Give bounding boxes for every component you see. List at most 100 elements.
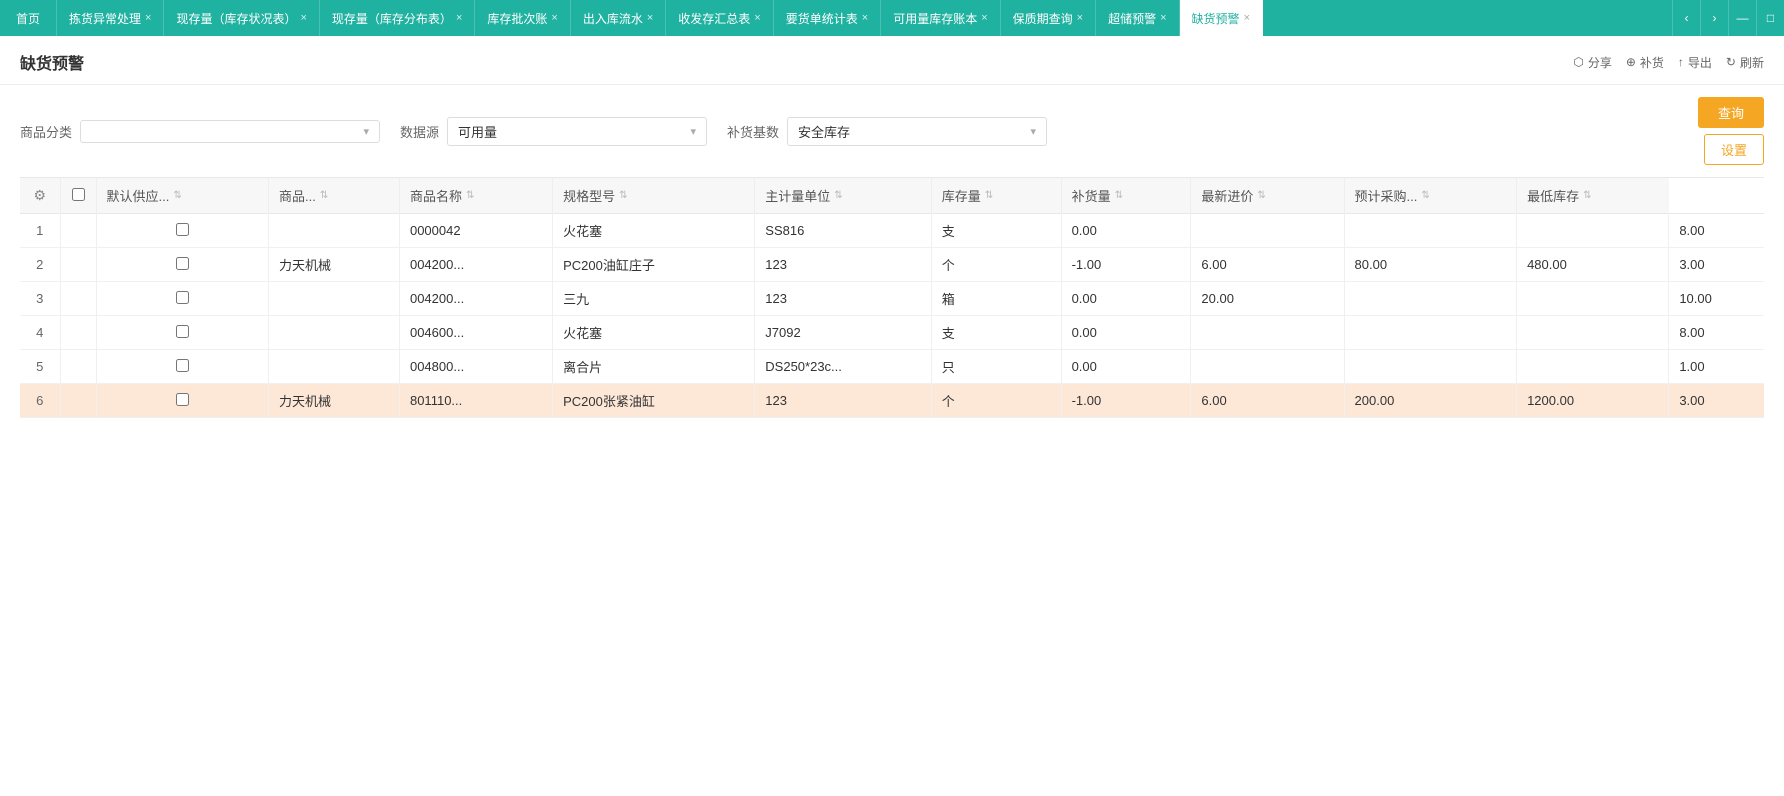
tab-minimize[interactable]: — <box>1728 0 1756 36</box>
datasource-label: 数据源 <box>400 122 439 141</box>
th-spec[interactable]: 规格型号 ⇅ <box>553 178 755 214</box>
tab-close-summary[interactable]: × <box>754 12 760 24</box>
export-action[interactable]: ↑ 导出 <box>1678 54 1712 71</box>
row-supplier-0 <box>269 214 400 248</box>
tab-close-flow[interactable]: × <box>647 12 653 24</box>
tab-inventory-status[interactable]: 现存量（库存状况表） × <box>164 0 319 36</box>
tab-close-inventory-status[interactable]: × <box>300 12 306 24</box>
tab-close-expiry[interactable]: × <box>1077 12 1083 24</box>
tab-overstock[interactable]: 超储预警 × <box>1096 0 1179 36</box>
row-stock-5: -1.00 <box>1061 384 1191 418</box>
row-checkbox-3[interactable] <box>176 325 189 338</box>
row-stock-4: 0.00 <box>1061 350 1191 384</box>
th-supplier[interactable]: 默认供应... ⇅ <box>96 178 269 214</box>
tab-batch-account[interactable]: 库存批次账 × <box>475 0 570 36</box>
row-checkbox-cell-5[interactable] <box>96 384 269 418</box>
row-code-1: 004200... <box>399 248 552 282</box>
row-latest-price-2 <box>1344 282 1517 316</box>
name-sort-icon: ⇅ <box>466 190 474 201</box>
min-stock-sort-icon: ⇅ <box>1583 190 1591 201</box>
replenish-select[interactable]: 安全库存 ▾ <box>787 117 1047 146</box>
row-spec-2: 123 <box>755 282 931 316</box>
refresh-icon: ↻ <box>1726 55 1736 69</box>
replenish-action[interactable]: ⊕ 补货 <box>1626 54 1664 71</box>
th-min-stock[interactable]: 最低库存 ⇅ <box>1517 178 1669 214</box>
row-supplier-5: 力天机械 <box>269 384 400 418</box>
row-checkbox-cell-2[interactable] <box>96 282 269 316</box>
row-code-2: 004200... <box>399 282 552 316</box>
row-checkbox-cell-4[interactable] <box>96 350 269 384</box>
row-min-stock-2: 10.00 <box>1669 282 1764 316</box>
filter-right-btns: 查询 设置 <box>1698 97 1764 165</box>
row-name-1: PC200油缸庄子 <box>553 248 755 282</box>
row-supplier-1: 力天机械 <box>269 248 400 282</box>
tab-goods-stats[interactable]: 要货单统计表 × <box>774 0 881 36</box>
th-stock[interactable]: 库存量 ⇅ <box>931 178 1061 214</box>
tab-close-batch-account[interactable]: × <box>551 12 557 24</box>
tab-available-ledger[interactable]: 可用量库存账本 × <box>881 0 1000 36</box>
th-latest-price[interactable]: 最新进价 ⇅ <box>1191 178 1344 214</box>
page-header: 缺货预警 ⬡ 分享 ⊕ 补货 ↑ 导出 ↻ 刷新 <box>0 36 1784 85</box>
th-name-label: 商品名称 <box>410 186 462 205</box>
tab-close-pick-exception[interactable]: × <box>145 12 151 24</box>
row-checkbox-1[interactable] <box>176 257 189 270</box>
tab-shortage[interactable]: 缺货预警 × <box>1180 0 1263 36</box>
row-latest-price-3 <box>1344 316 1517 350</box>
tab-scroll-right[interactable]: › <box>1700 0 1728 36</box>
tab-scroll-left[interactable]: ‹ <box>1672 0 1700 36</box>
gear-icon[interactable]: ⚙ <box>33 187 46 203</box>
datasource-filter-group: 数据源 可用量 ▾ <box>400 117 707 146</box>
th-unit[interactable]: 主计量单位 ⇅ <box>755 178 931 214</box>
tab-inventory-dist[interactable]: 现存量（库存分布表） × <box>320 0 475 36</box>
settings-button[interactable]: 设置 <box>1704 134 1764 165</box>
row-checkbox-4[interactable] <box>176 359 189 372</box>
row-replenish-2: 20.00 <box>1191 282 1344 316</box>
replenish-value: 安全库存 <box>798 122 850 141</box>
row-gear-4 <box>60 350 96 384</box>
tab-pick-exception[interactable]: 拣货异常处理 × <box>57 0 164 36</box>
tab-close-shortage[interactable]: × <box>1244 12 1250 24</box>
table-row: 4 004600... 火花塞 J7092 支 0.00 8.00 <box>20 316 1764 350</box>
row-name-2: 三九 <box>553 282 755 316</box>
tab-home[interactable]: 首页 <box>0 0 57 36</box>
tab-close-inventory-dist[interactable]: × <box>456 12 462 24</box>
th-code-label: 商品... <box>279 186 316 205</box>
tab-close-available-ledger[interactable]: × <box>981 12 987 24</box>
refresh-action[interactable]: ↻ 刷新 <box>1726 54 1764 71</box>
row-unit-1: 个 <box>931 248 1061 282</box>
query-button[interactable]: 查询 <box>1698 97 1764 128</box>
th-spec-label: 规格型号 <box>563 186 615 205</box>
th-name[interactable]: 商品名称 ⇅ <box>399 178 552 214</box>
tab-close-overstock[interactable]: × <box>1160 12 1166 24</box>
row-spec-0: SS816 <box>755 214 931 248</box>
row-stock-3: 0.00 <box>1061 316 1191 350</box>
data-table: ⚙ 默认供应... ⇅ 商品... ⇅ <box>20 177 1764 418</box>
th-code[interactable]: 商品... ⇅ <box>269 178 400 214</box>
th-forecast[interactable]: 预计采购... ⇅ <box>1344 178 1517 214</box>
row-checkbox-5[interactable] <box>176 393 189 406</box>
tab-summary[interactable]: 收发存汇总表 × <box>666 0 773 36</box>
replenish-chevron: ▾ <box>1031 125 1037 138</box>
datasource-select[interactable]: 可用量 ▾ <box>447 117 707 146</box>
row-replenish-1: 6.00 <box>1191 248 1344 282</box>
row-min-stock-1: 3.00 <box>1669 248 1764 282</box>
share-action[interactable]: ⬡ 分享 <box>1573 54 1612 71</box>
tab-expiry[interactable]: 保质期查询 × <box>1001 0 1096 36</box>
tab-maximize[interactable]: □ <box>1756 0 1784 36</box>
row-checkbox-2[interactable] <box>176 291 189 304</box>
row-min-stock-5: 3.00 <box>1669 384 1764 418</box>
row-checkbox-cell-3[interactable] <box>96 316 269 350</box>
tab-close-goods-stats[interactable]: × <box>862 12 868 24</box>
row-checkbox-0[interactable] <box>176 223 189 236</box>
th-replenish-label: 补货量 <box>1072 186 1111 205</box>
row-checkbox-cell-1[interactable] <box>96 248 269 282</box>
row-latest-price-1: 80.00 <box>1344 248 1517 282</box>
category-select[interactable]: ▾ <box>80 120 380 143</box>
th-replenish[interactable]: 补货量 ⇅ <box>1061 178 1191 214</box>
row-stock-2: 0.00 <box>1061 282 1191 316</box>
tab-nav-btns: ‹ › — □ <box>1672 0 1784 36</box>
row-checkbox-cell-0[interactable] <box>96 214 269 248</box>
tab-flow[interactable]: 出入库流水 × <box>571 0 666 36</box>
row-stock-0: 0.00 <box>1061 214 1191 248</box>
select-all-checkbox[interactable] <box>72 188 85 201</box>
